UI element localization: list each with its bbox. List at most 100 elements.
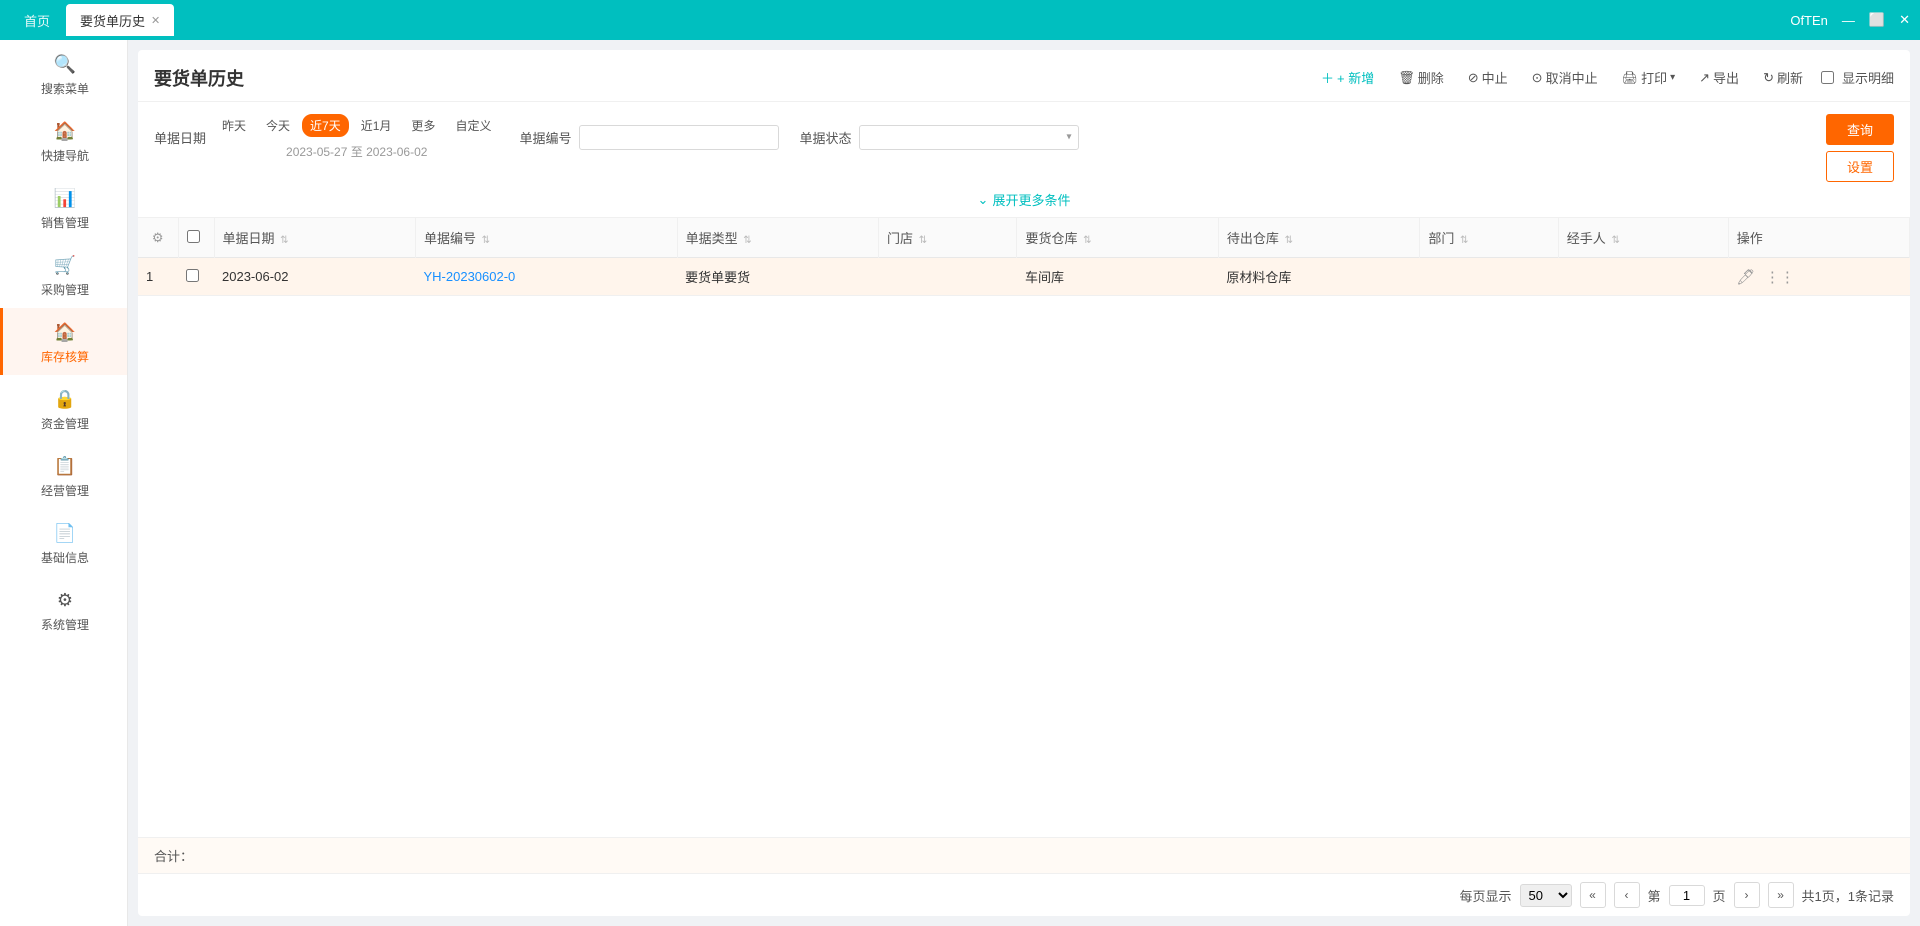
- close-window-icon[interactable]: ✕: [1899, 12, 1910, 28]
- doc-no-sort-icon[interactable]: ⇅: [482, 235, 490, 246]
- maximize-icon[interactable]: ⬜: [1869, 12, 1885, 28]
- top-bar: 首页 要货单历史 ✕ OfTEn — ⬜ ✕: [0, 0, 1920, 40]
- sidebar-item-inventory[interactable]: 🏠 库存核算: [0, 308, 127, 375]
- date-btn-7days[interactable]: 近7天: [302, 114, 349, 137]
- handler-sort-icon[interactable]: ⇅: [1611, 235, 1619, 246]
- doc-no-col-header: 单据编号 ⇅: [415, 218, 677, 258]
- cancel-suspend-label: 取消中止: [1546, 68, 1598, 87]
- table-footer: 合计：: [138, 837, 1910, 873]
- row-doc-no: YH-20230602-0: [415, 258, 677, 296]
- date-filter-btns: 昨天 今天 近7天 近1月 更多 自定义: [214, 114, 499, 137]
- display-detail-checkbox[interactable]: 显示明细: [1821, 68, 1894, 87]
- sidebar-item-sales-mgmt[interactable]: 📊 销售管理: [0, 174, 127, 241]
- doc-status-label: 单据状态: [799, 128, 851, 147]
- display-detail-check[interactable]: [1821, 71, 1834, 84]
- sidebar-item-finance-mgmt[interactable]: 🔒 资金管理: [0, 375, 127, 442]
- page-header: 要货单历史 ＋ + 新增 🗑 删除 ⊘ 中止 ⊙: [138, 50, 1910, 102]
- print-icon: 🖨: [1622, 70, 1639, 86]
- row-checkbox[interactable]: [186, 269, 199, 282]
- sidebar-item-basic-info[interactable]: 📄 基础信息: [0, 509, 127, 576]
- date-btn-today[interactable]: 今天: [258, 114, 298, 137]
- last-page-btn[interactable]: »: [1768, 882, 1794, 908]
- doc-no-label: 单据编号: [424, 231, 476, 246]
- pending-warehouse-col-header: 待出仓库 ⇅: [1218, 218, 1419, 258]
- refresh-icon: ↻: [1763, 70, 1774, 86]
- sidebar-item-purchase-mgmt[interactable]: 🛒 采购管理: [0, 241, 127, 308]
- page-suffix: 页: [1713, 886, 1726, 905]
- pending-warehouse-sort-icon[interactable]: ⇅: [1285, 235, 1293, 246]
- settings-icon[interactable]: ⚙: [152, 230, 164, 245]
- display-detail-label: 显示明细: [1842, 68, 1894, 87]
- sidebar-item-ops-mgmt[interactable]: 📋 经营管理: [0, 442, 127, 509]
- department-sort-icon[interactable]: ⇅: [1460, 235, 1468, 246]
- add-label: + 新增: [1337, 68, 1374, 87]
- main-layout: 🔍 搜索菜单 🏠 快捷导航 📊 销售管理 🛒 采购管理 🏠 库存核算 🔒 资金管…: [0, 40, 1920, 926]
- select-all-checkbox[interactable]: [187, 230, 200, 243]
- department-label: 部门: [1428, 231, 1454, 246]
- date-btn-yesterday[interactable]: 昨天: [214, 114, 254, 137]
- quick-nav-icon: 🏠: [54, 121, 76, 142]
- setting-button[interactable]: 设置: [1826, 151, 1894, 182]
- filter-fields: 单据日期 昨天 今天 近7天 近1月 更多 自定义 2: [154, 114, 1810, 160]
- doc-date-label: 单据日期: [223, 231, 275, 246]
- delete-button[interactable]: 🗑 删除: [1392, 64, 1450, 91]
- expand-more-label: 展开更多条件: [992, 190, 1070, 209]
- row-more-icon[interactable]: ⋮⋮: [1765, 269, 1795, 286]
- page-number-input[interactable]: [1669, 885, 1705, 906]
- suspend-button[interactable]: ⊘ 中止: [1462, 64, 1514, 91]
- store-sort-icon[interactable]: ⇅: [919, 235, 927, 246]
- row-pending-warehouse: 原材料仓库: [1218, 258, 1419, 296]
- purchase-icon: 🛒: [54, 255, 76, 276]
- date-btn-more[interactable]: 更多: [403, 114, 443, 137]
- sidebar: 🔍 搜索菜单 🏠 快捷导航 📊 销售管理 🛒 采购管理 🏠 库存核算 🔒 资金管…: [0, 40, 128, 926]
- tab-home-label: 首页: [24, 11, 50, 30]
- page-container: 要货单历史 ＋ + 新增 🗑 删除 ⊘ 中止 ⊙: [138, 50, 1910, 916]
- delete-icon: 🗑: [1398, 70, 1415, 86]
- req-warehouse-sort-icon[interactable]: ⇅: [1083, 235, 1091, 246]
- search-menu-icon: 🔍: [54, 54, 76, 75]
- sidebar-item-search-menu[interactable]: 🔍 搜索菜单: [0, 40, 127, 107]
- row-num: 1: [146, 269, 153, 284]
- add-button[interactable]: ＋ + 新增: [1315, 64, 1380, 91]
- doc-date-col-header: 单据日期 ⇅: [214, 218, 415, 258]
- row-doc-no-link[interactable]: YH-20230602-0: [423, 269, 515, 284]
- tab-close-icon[interactable]: ✕: [151, 14, 160, 27]
- doc-date-sort-icon[interactable]: ⇅: [280, 235, 288, 246]
- row-checkbox-cell: [178, 258, 214, 296]
- next-page-btn[interactable]: ›: [1734, 882, 1760, 908]
- per-page-label: 每页显示: [1459, 886, 1511, 905]
- refresh-button[interactable]: ↻ 刷新: [1757, 64, 1809, 91]
- export-button[interactable]: ↗ 导出: [1693, 64, 1745, 91]
- doc-type-sort-icon[interactable]: ⇅: [743, 235, 751, 246]
- sidebar-item-quick-nav[interactable]: 🏠 快捷导航: [0, 107, 127, 174]
- print-button[interactable]: 🖨 打印 ▾: [1616, 64, 1682, 91]
- sidebar-item-sys-mgmt[interactable]: ⚙ 系统管理: [0, 576, 127, 643]
- row-req-warehouse: 车间库: [1017, 258, 1218, 296]
- handler-col-header: 经手人 ⇅: [1558, 218, 1728, 258]
- total-info: 共1页，1条记录: [1802, 886, 1894, 905]
- per-page-select[interactable]: 50 100 200: [1520, 884, 1572, 907]
- sidebar-item-label: 基础信息: [41, 549, 89, 566]
- row-department: [1420, 258, 1558, 296]
- row-edit-icon[interactable]: 🖊: [1736, 269, 1755, 286]
- date-btn-custom[interactable]: 自定义: [447, 114, 499, 137]
- doc-status-select-wrapper: ▾: [859, 125, 1079, 150]
- refresh-label: 刷新: [1777, 68, 1803, 87]
- expand-more-icon: ⌄: [978, 192, 989, 208]
- expand-more-btn[interactable]: ⌄ 展开更多条件: [154, 190, 1894, 209]
- table-row[interactable]: 1 2023-06-02 YH-20230602-0: [138, 258, 1910, 296]
- first-page-btn[interactable]: «: [1580, 882, 1606, 908]
- date-btn-1month[interactable]: 近1月: [353, 114, 400, 137]
- query-button[interactable]: 查询: [1826, 114, 1894, 145]
- doc-status-select[interactable]: [859, 125, 1079, 150]
- tab-requisition-history[interactable]: 要货单历史 ✕: [66, 4, 174, 36]
- doc-no-input[interactable]: [579, 125, 779, 150]
- req-warehouse-label: 要货仓库: [1025, 231, 1077, 246]
- prev-page-btn[interactable]: ‹: [1614, 882, 1640, 908]
- minimize-icon[interactable]: —: [1842, 13, 1855, 28]
- handler-label: 经手人: [1567, 231, 1606, 246]
- tab-home[interactable]: 首页: [10, 4, 64, 36]
- sidebar-item-label: 资金管理: [41, 415, 89, 432]
- cancel-suspend-button[interactable]: ⊙ 取消中止: [1526, 64, 1604, 91]
- pending-warehouse-label: 待出仓库: [1227, 231, 1279, 246]
